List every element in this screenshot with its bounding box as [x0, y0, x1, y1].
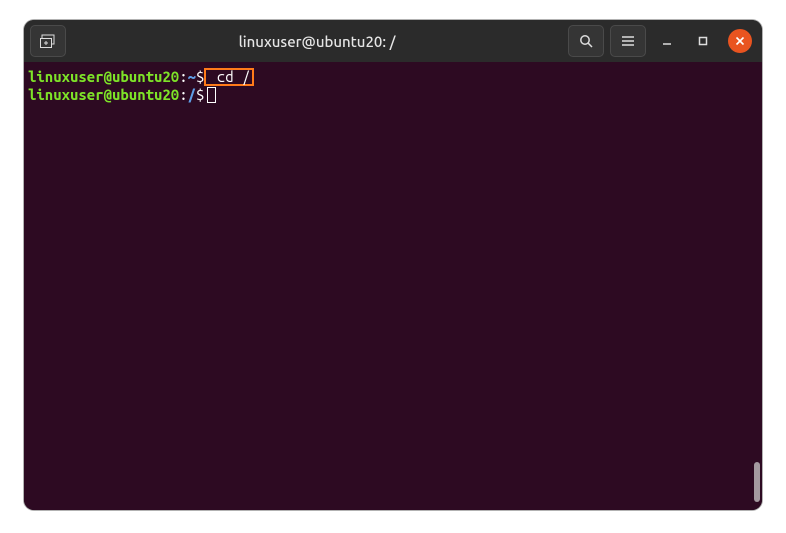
terminal-window: linuxuser@ubuntu20: /: [24, 20, 762, 510]
prompt-path: ~: [188, 68, 196, 85]
close-icon: [735, 36, 745, 46]
terminal-cursor: [207, 87, 216, 103]
terminal-line: linuxuser@ubuntu20:/$: [28, 86, 758, 104]
terminal-line: linuxuser@ubuntu20:~$ cd /: [28, 68, 758, 86]
minimize-icon: [661, 35, 673, 47]
prompt-dollar: $: [196, 86, 204, 103]
hamburger-icon: [621, 35, 635, 47]
prompt-user: linuxuser@ubuntu20: [28, 86, 179, 103]
search-icon: [579, 34, 593, 48]
scrollbar-thumb[interactable]: [754, 462, 760, 502]
command-text: cd /: [208, 68, 250, 85]
prompt-dollar: $: [196, 68, 204, 85]
command-highlight: cd /: [204, 68, 254, 86]
prompt-user: linuxuser@ubuntu20: [28, 68, 179, 85]
prompt-path: /: [188, 86, 196, 103]
menu-button[interactable]: [610, 25, 646, 57]
terminal-body[interactable]: linuxuser@ubuntu20:~$ cd / linuxuser@ubu…: [24, 62, 762, 510]
maximize-icon: [697, 35, 709, 47]
prompt-colon: :: [179, 86, 187, 103]
new-tab-icon: [40, 34, 56, 48]
close-button[interactable]: [728, 29, 752, 53]
window-title: linuxuser@ubuntu20: /: [72, 33, 562, 50]
titlebar: linuxuser@ubuntu20: /: [24, 20, 762, 62]
minimize-button[interactable]: [652, 28, 682, 54]
new-tab-button[interactable]: [30, 25, 66, 57]
maximize-button[interactable]: [688, 28, 718, 54]
prompt-colon: :: [179, 68, 187, 85]
search-button[interactable]: [568, 25, 604, 57]
